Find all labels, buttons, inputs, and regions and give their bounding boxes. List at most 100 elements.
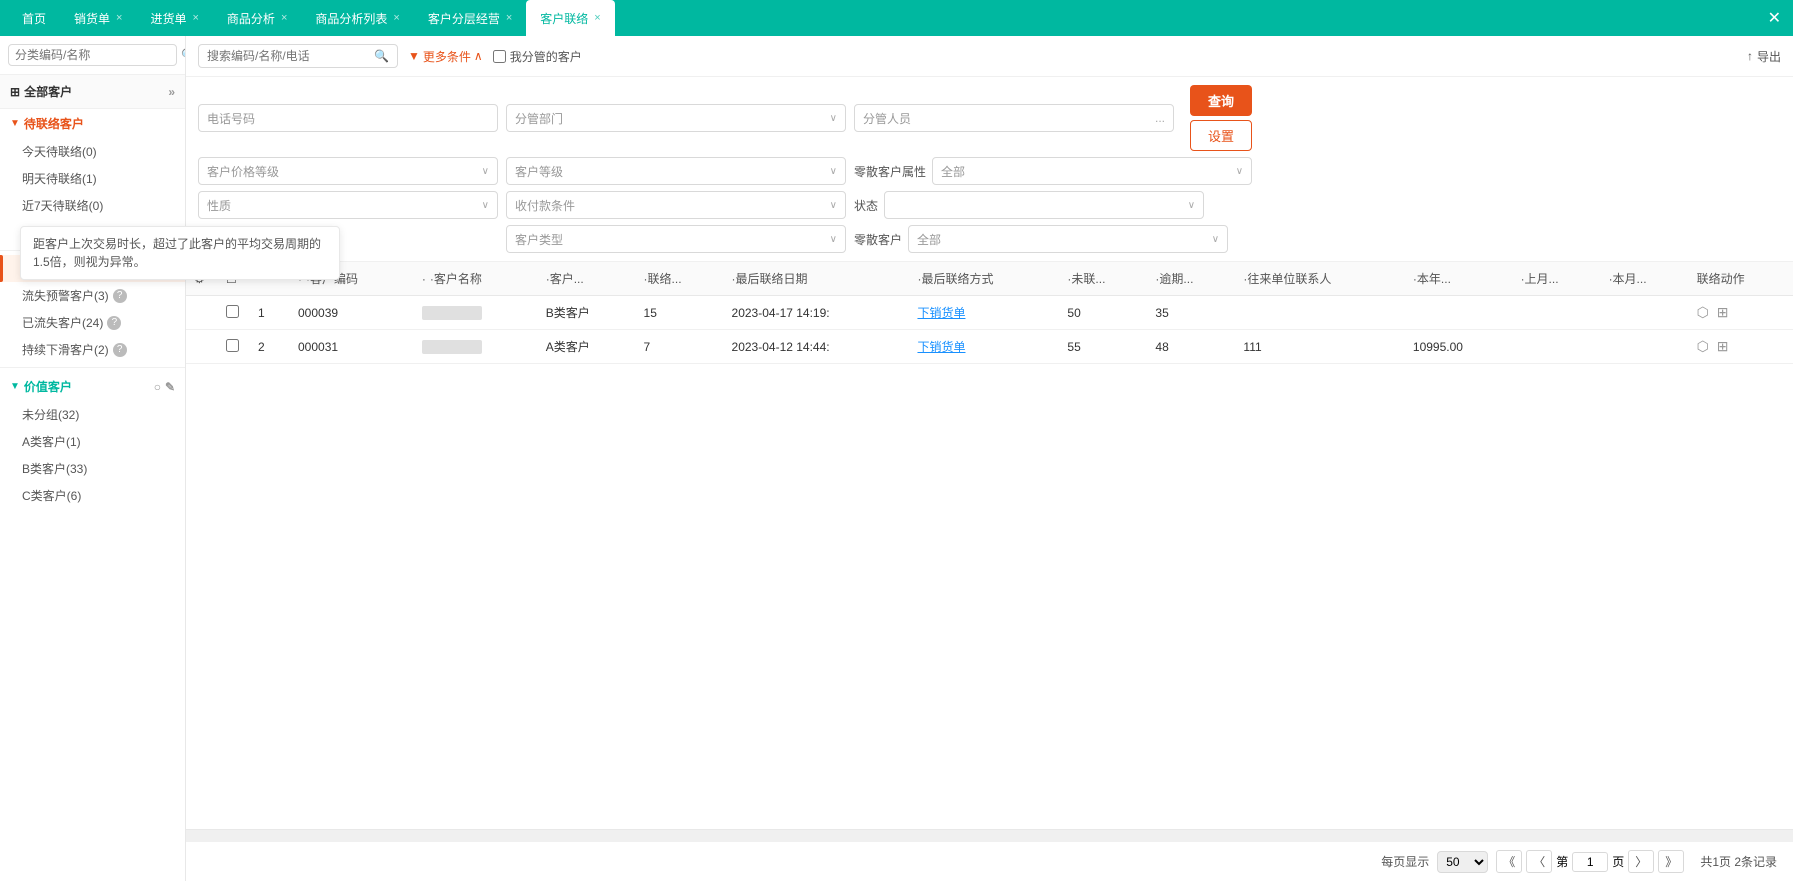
customer-grade-arrow: ∨ xyxy=(830,166,837,177)
my-customer-check[interactable]: 我分管的客户 xyxy=(493,48,582,65)
sidebar-item-class-c[interactable]: C类客户(6) xyxy=(0,482,185,509)
status-field[interactable]: ∨ xyxy=(884,191,1204,219)
row1-code: 000039 xyxy=(290,296,414,330)
scroll-inner xyxy=(186,830,1793,831)
department-field[interactable]: 分管部门 ∨ xyxy=(506,104,846,132)
page-number-input[interactable] xyxy=(1572,852,1608,872)
query-button[interactable]: 查询 xyxy=(1190,85,1252,116)
close-purchase-tab[interactable]: × xyxy=(192,12,198,24)
row1-last-method[interactable]: 下销货单 xyxy=(909,296,1059,330)
question-icon-2[interactable]: ? xyxy=(113,289,127,303)
row2-last-month xyxy=(1513,330,1601,364)
waiting-group-title[interactable]: ▼ 待联络客户 xyxy=(0,109,185,138)
question-icon-3[interactable]: ? xyxy=(107,316,121,330)
horizontal-scrollbar[interactable] xyxy=(186,829,1793,841)
manager-dots[interactable]: ... xyxy=(1155,111,1165,125)
window-close-button[interactable]: ✕ xyxy=(1768,8,1781,28)
close-sales-tab[interactable]: × xyxy=(116,12,122,24)
row2-uncontacted: 55 xyxy=(1059,330,1147,364)
row2-checkbox[interactable] xyxy=(226,339,239,352)
sidebar-item-today[interactable]: 今天待联络(0) xyxy=(0,138,185,165)
row2-link-icon[interactable]: ⬡ xyxy=(1697,338,1709,355)
last-page-btn[interactable]: 》 xyxy=(1658,850,1684,873)
nav-item-sales[interactable]: 销货单 × xyxy=(60,0,136,36)
my-customer-checkbox[interactable] xyxy=(493,50,506,63)
next-page-btn[interactable]: 〉 xyxy=(1628,850,1654,873)
scatter-attr-arrow: ∨ xyxy=(1236,166,1243,177)
phone-field[interactable]: 电话号码 xyxy=(198,104,498,132)
row2-check[interactable] xyxy=(218,330,250,364)
col-action: 联络动作 xyxy=(1689,262,1793,296)
nav-item-customer-segment[interactable]: 客户分层经营 × xyxy=(414,0,526,36)
export-btn[interactable]: ↑ 导出 xyxy=(1747,48,1781,65)
customer-type-field[interactable]: 客户类型 ∨ xyxy=(506,225,846,253)
payment-arrow: ∨ xyxy=(830,200,837,211)
col-this-month[interactable]: ·本月... xyxy=(1601,262,1689,296)
page-size-select[interactable]: 50 100 200 xyxy=(1437,851,1488,873)
table-row: 1 000039 B类客户 15 2023-04-17 14:19: 下销货单 … xyxy=(186,296,1793,330)
row2-action: ⬡ ⊞ xyxy=(1689,330,1793,364)
circle-icon[interactable]: ○ xyxy=(154,380,161,394)
customer-grade-field[interactable]: 客户等级 ∨ xyxy=(506,157,846,185)
col-last-contact-date[interactable]: ·最后联络日期 xyxy=(724,262,910,296)
row1-name-blur xyxy=(422,306,482,320)
prev-page-btn[interactable]: 〈 xyxy=(1526,850,1552,873)
collapse-arrow-icon[interactable]: » xyxy=(168,85,175,99)
row1-gear xyxy=(186,296,218,330)
more-conditions-btn[interactable]: ▼ 更多条件 ∧ xyxy=(408,48,483,65)
sidebar-all-customers[interactable]: ⊞ 全部客户 » xyxy=(0,75,185,109)
sidebar-item-ungrouped[interactable]: 未分组(32) xyxy=(0,401,185,428)
sidebar-search-area: 🔍 xyxy=(0,36,185,75)
close-segment-tab[interactable]: × xyxy=(506,12,512,24)
edit-icon[interactable]: ✎ xyxy=(165,380,175,394)
row1-checkbox[interactable] xyxy=(226,305,239,318)
row1-check[interactable] xyxy=(218,296,250,330)
scatter-customer-field[interactable]: 全部 ∨ xyxy=(908,225,1228,253)
sidebar-item-lost[interactable]: 已流失客户(24) ? xyxy=(0,309,185,336)
col-customer-type[interactable]: ·客户... xyxy=(538,262,636,296)
close-goods-list-tab[interactable]: × xyxy=(393,12,399,24)
nav-item-customer-contact[interactable]: 客户联络 × xyxy=(526,0,614,36)
nav-item-purchase[interactable]: 进货单 × xyxy=(136,0,212,36)
manager-field[interactable]: 分管人员 ... xyxy=(854,104,1174,132)
row2-grid-icon[interactable]: ⊞ xyxy=(1717,338,1729,355)
question-icon-4[interactable]: ? xyxy=(113,343,127,357)
row1-grid-icon[interactable]: ⊞ xyxy=(1717,304,1729,321)
page-navigation: 《 〈 第 页 〉 》 xyxy=(1496,850,1684,873)
col-uncontacted[interactable]: ·未联... xyxy=(1059,262,1147,296)
scatter-attr-field[interactable]: 全部 ∨ xyxy=(932,157,1252,185)
dept-arrow-icon: ∨ xyxy=(830,113,837,124)
close-goods-tab[interactable]: × xyxy=(281,12,287,24)
price-grade-field[interactable]: 客户价格等级 ∨ xyxy=(198,157,498,185)
payment-field[interactable]: 收付款条件 ∨ xyxy=(506,191,846,219)
settings-button[interactable]: 设置 xyxy=(1190,120,1252,151)
row1-link-icon[interactable]: ⬡ xyxy=(1697,304,1709,321)
col-contact-count[interactable]: ·联络... xyxy=(636,262,724,296)
nav-item-goods-list[interactable]: 商品分析列表 × xyxy=(301,0,413,36)
sidebar-item-loss-warning[interactable]: 流失预警客户(3) ? xyxy=(0,282,185,309)
search-icon[interactable]: 🔍 xyxy=(374,49,389,63)
sidebar-item-tomorrow[interactable]: 明天待联络(1) xyxy=(0,165,185,192)
col-customer-name[interactable]: · ·客户名称 xyxy=(414,262,538,296)
row2-last-method[interactable]: 下销货单 xyxy=(909,330,1059,364)
nature-field[interactable]: 性质 ∨ xyxy=(198,191,498,219)
col-last-month[interactable]: ·上月... xyxy=(1513,262,1601,296)
col-contact-person[interactable]: ·往来单位联系人 xyxy=(1235,262,1405,296)
nav-item-goods-analysis[interactable]: 商品分析 × xyxy=(213,0,301,36)
sidebar-item-declining[interactable]: 持续下滑客户(2) ? xyxy=(0,336,185,363)
value-customer-group[interactable]: ▼ 价值客户 ○ ✎ xyxy=(0,372,185,401)
col-this-year[interactable]: ·本年... xyxy=(1405,262,1513,296)
search-input[interactable] xyxy=(207,49,370,63)
col-last-method[interactable]: ·最后联络方式 xyxy=(909,262,1059,296)
sidebar-search-input[interactable] xyxy=(8,44,177,66)
col-overdue[interactable]: ·逾期... xyxy=(1147,262,1235,296)
nav-item-home[interactable]: 首页 xyxy=(8,0,60,36)
sidebar-item-7days[interactable]: 近7天待联络(0) xyxy=(0,192,185,219)
sidebar-item-class-b[interactable]: B类客户(33) xyxy=(0,455,185,482)
first-page-btn[interactable]: 《 xyxy=(1496,850,1522,873)
close-contact-tab[interactable]: × xyxy=(594,12,600,24)
sidebar-item-class-a[interactable]: A类客户(1) xyxy=(0,428,185,455)
row1-overdue: 35 xyxy=(1147,296,1235,330)
grid-icon: ⊞ xyxy=(10,85,20,99)
tooltip-box: 距客户上次交易时长，超过了此客户的平均交易周期的1.5倍，则视为异常。 xyxy=(20,226,186,280)
